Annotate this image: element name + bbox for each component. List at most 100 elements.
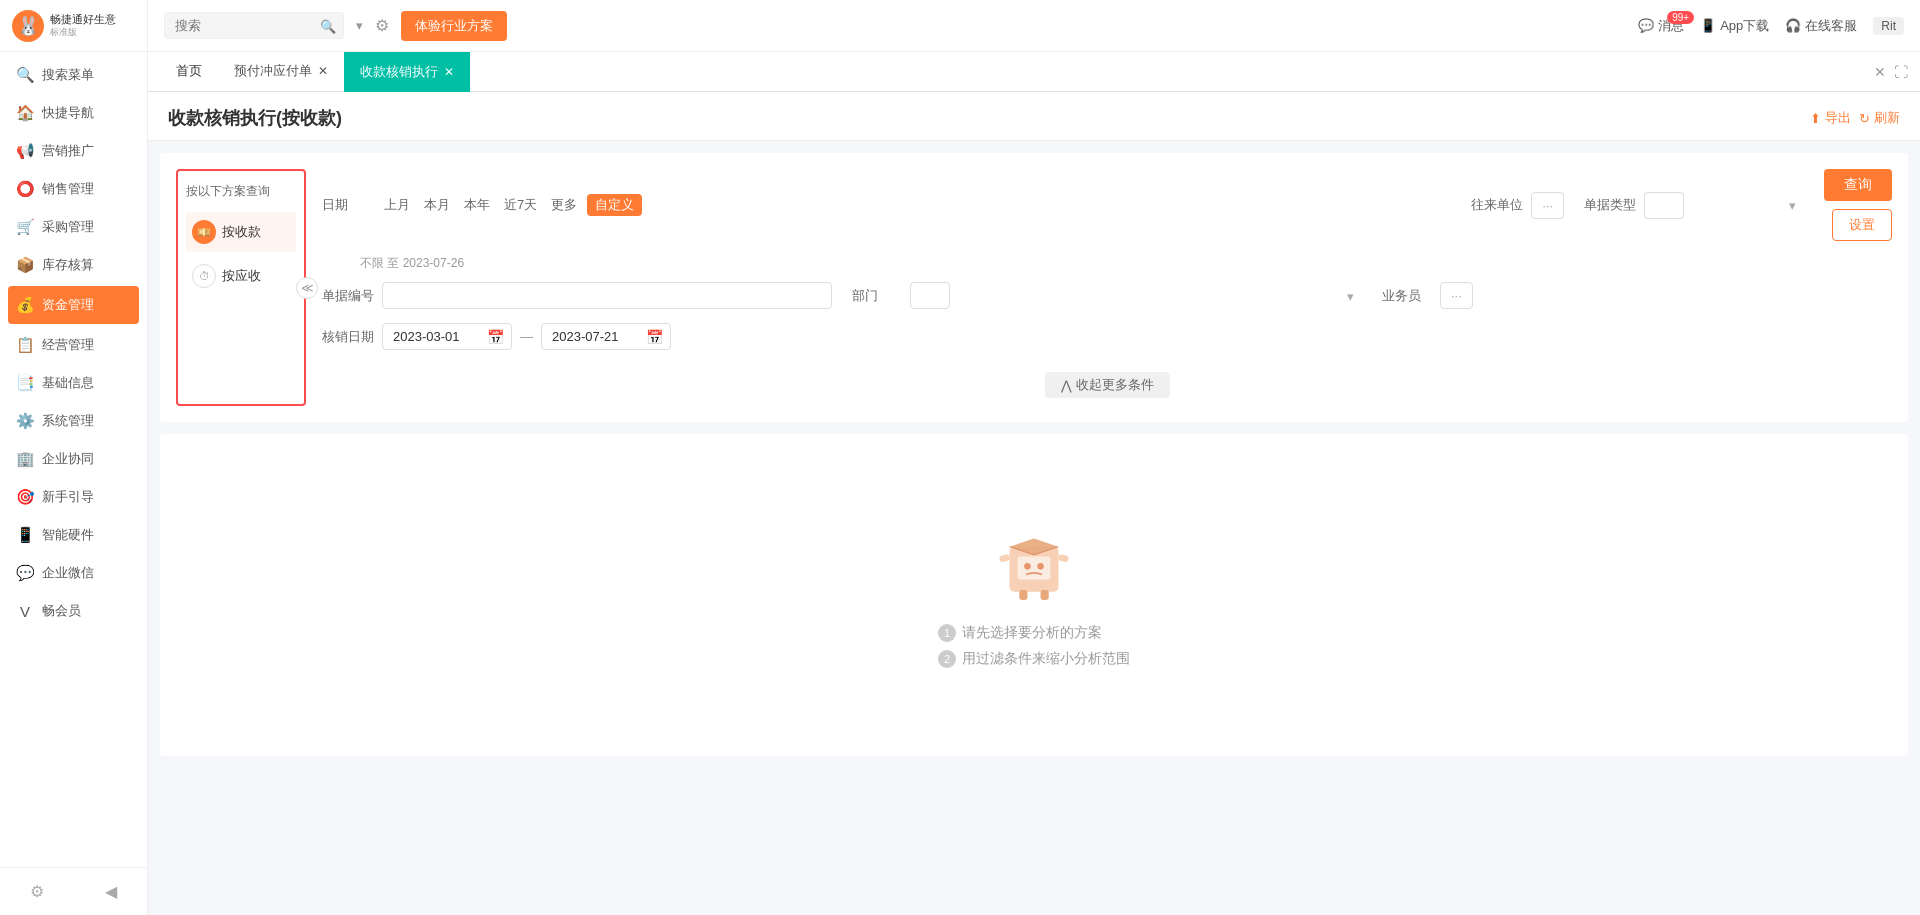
filter-option-receivable-label: 按应收 — [222, 267, 261, 285]
topbar-chevron-down-icon[interactable]: ▾ — [356, 18, 363, 33]
sidebar-item-guide[interactable]: 🎯 新手引导 — [0, 478, 147, 516]
sidebar-item-hardware-label: 智能硬件 — [42, 526, 94, 544]
sidebar-item-finance[interactable]: 💰 资金管理 — [8, 286, 139, 324]
filter-row-1: 日期 上月 本月 本年 近7天 更多 自定义 往来单位 ··· — [322, 169, 1892, 241]
verify-date-field-group: 核销日期 📅 — 📅 — [322, 323, 1892, 350]
date-shortcuts: 上月 本月 本年 近7天 更多 自定义 — [380, 194, 642, 216]
collapse-sidebar-icon[interactable]: ◀︎ — [99, 876, 123, 907]
sidebar-item-enterprise[interactable]: 🏢 企业协同 — [0, 440, 147, 478]
message-button[interactable]: 💬 消息 99+ — [1638, 17, 1684, 35]
user-avatar[interactable]: Rit — [1873, 17, 1904, 35]
filter-row-3: 核销日期 📅 — 📅 — [322, 323, 1892, 350]
sidebar-item-marketing[interactable]: 📢 营销推广 — [0, 132, 147, 170]
verify-date-range: 📅 — 📅 — [382, 323, 671, 350]
date-btn-7days[interactable]: 近7天 — [500, 194, 541, 216]
filter-area: 按以下方案查询 💴 按收款 ⏱ 按应收 ≪ 日期 — [160, 153, 1908, 422]
sidebar-item-wechat[interactable]: 💬 企业微信 — [0, 554, 147, 592]
date-btn-last-month[interactable]: 上月 — [380, 194, 414, 216]
tabs-actions: ✕ ⛶ — [1874, 64, 1908, 80]
collapse-more-label: 收起更多条件 — [1076, 376, 1154, 394]
empty-tips: 1 请先选择要分析的方案 2 用过滤条件来缩小分析范围 — [938, 624, 1130, 676]
sidebar-item-sales[interactable]: ⭕ 销售管理 — [0, 170, 147, 208]
export-icon: ⬆ — [1810, 111, 1821, 126]
solution-button[interactable]: 体验行业方案 — [401, 11, 507, 41]
sidebar-item-hardware[interactable]: 📱 智能硬件 — [0, 516, 147, 554]
refresh-button[interactable]: ↻ 刷新 — [1859, 109, 1900, 127]
employee-select-btn[interactable]: ··· — [1440, 282, 1473, 309]
tip-1-number: 1 — [938, 624, 956, 642]
counterparty-select-btn[interactable]: ··· — [1531, 192, 1564, 219]
maximize-tab-icon[interactable]: ⛶ — [1894, 64, 1908, 80]
message-icon: 💬 — [1638, 18, 1654, 33]
sidebar-item-operations[interactable]: 📋 经营管理 — [0, 326, 147, 364]
topbar-gear-icon[interactable]: ⚙ — [375, 16, 389, 35]
tab-prepay-close-icon[interactable]: ✕ — [318, 64, 328, 78]
tab-home[interactable]: 首页 — [160, 52, 218, 92]
collapse-more-button[interactable]: ⋀ 收起更多条件 — [1045, 372, 1170, 398]
logo-text-wrap: 畅捷通好生意 标准版 — [50, 12, 116, 39]
logo-icon: 🐰 — [12, 10, 44, 42]
calendar-start-icon[interactable]: 📅 — [487, 329, 504, 345]
page-title: 收款核销执行(按收款) — [168, 106, 342, 130]
filter-row-2: 单据编号 部门 业务员 ··· — [322, 282, 1892, 309]
svg-point-6 — [1037, 563, 1044, 570]
filter-form: 日期 上月 本月 本年 近7天 更多 自定义 往来单位 ··· — [322, 169, 1892, 406]
svg-rect-9 — [1019, 590, 1027, 600]
sidebar-item-search[interactable]: 🔍 搜索菜单 — [0, 56, 147, 94]
empty-tip-2: 2 用过滤条件来缩小分析范围 — [938, 650, 1130, 668]
settings-button[interactable]: 设置 — [1832, 209, 1892, 241]
calendar-end-icon[interactable]: 📅 — [646, 329, 663, 345]
service-icon: 🎧 — [1785, 18, 1801, 33]
date-btn-more[interactable]: 更多 — [547, 194, 581, 216]
search-input[interactable] — [164, 12, 344, 39]
filter-sidebar: 按以下方案查询 💴 按收款 ⏱ 按应收 ≪ — [176, 169, 306, 406]
date-unlimited-text: 不限 至 2023-07-26 — [360, 256, 464, 270]
settings-gear-icon[interactable]: ⚙ — [24, 876, 50, 907]
tab-prepay[interactable]: 预付冲应付单 ✕ — [218, 52, 344, 92]
refresh-label: 刷新 — [1874, 109, 1900, 127]
page-header: 收款核销执行(按收款) ⬆ 导出 ↻ 刷新 — [148, 92, 1920, 141]
tab-collection[interactable]: 收款核销执行 ✕ — [344, 52, 470, 92]
doctype-select[interactable] — [1644, 192, 1684, 219]
filter-option-by-receivable[interactable]: ⏱ 按应收 — [186, 256, 296, 296]
sidebar-item-system[interactable]: ⚙️ 系统管理 — [0, 402, 147, 440]
close-tab-icon[interactable]: ✕ — [1874, 64, 1886, 80]
message-badge: 99+ — [1667, 11, 1694, 24]
filter-sidebar-title: 按以下方案查询 — [186, 183, 296, 200]
date-btn-this-month[interactable]: 本月 — [420, 194, 454, 216]
sidebar-item-member-label: 畅会员 — [42, 602, 81, 620]
inventory-icon: 📦 — [16, 256, 34, 274]
tab-prepay-label: 预付冲应付单 — [234, 62, 312, 80]
query-btn-group: 查询 设置 — [1824, 169, 1892, 241]
doctype-label: 单据类型 — [1584, 196, 1636, 214]
dept-select[interactable] — [910, 282, 950, 309]
online-service-button[interactable]: 🎧 在线客服 — [1785, 17, 1857, 35]
docno-input[interactable] — [382, 282, 832, 309]
sidebar-item-basicinfo[interactable]: 📑 基础信息 — [0, 364, 147, 402]
query-button[interactable]: 查询 — [1824, 169, 1892, 201]
svg-rect-10 — [1041, 590, 1049, 600]
sales-icon: ⭕ — [16, 180, 34, 198]
topbar-search-icon: 🔍 — [320, 18, 336, 33]
sidebar-item-purchase[interactable]: 🛒 采购管理 — [0, 208, 147, 246]
sidebar-item-basicinfo-label: 基础信息 — [42, 374, 94, 392]
sidebar-item-quicknav[interactable]: 🏠 快捷导航 — [0, 94, 147, 132]
filter-option-by-receipt[interactable]: 💴 按收款 — [186, 212, 296, 252]
date-btn-custom[interactable]: 自定义 — [587, 194, 642, 216]
date-btn-this-year[interactable]: 本年 — [460, 194, 494, 216]
sidebar-item-system-label: 系统管理 — [42, 412, 94, 430]
tab-collection-label: 收款核销执行 — [360, 63, 438, 81]
tab-collection-close-icon[interactable]: ✕ — [444, 65, 454, 79]
online-service-label: 在线客服 — [1805, 17, 1857, 35]
sidebar-item-inventory[interactable]: 📦 库存核算 — [0, 246, 147, 284]
tip-2-text: 用过滤条件来缩小分析范围 — [962, 650, 1130, 668]
docno-field-group: 单据编号 — [322, 282, 832, 309]
filter-option-receipt-label: 按收款 — [222, 223, 261, 241]
export-button[interactable]: ⬆ 导出 — [1810, 109, 1851, 127]
app-download-button[interactable]: 📱 App下载 — [1700, 17, 1769, 35]
filter-sidebar-collapse-icon[interactable]: ≪ — [296, 277, 318, 299]
date-unlimited-wrap: 不限 至 2023-07-26 — [360, 255, 1892, 272]
sidebar-item-member[interactable]: V 畅会员 — [0, 592, 147, 630]
counterparty-field-group: 往来单位 ··· — [1471, 192, 1564, 219]
search-wrap: 🔍 — [164, 12, 344, 39]
